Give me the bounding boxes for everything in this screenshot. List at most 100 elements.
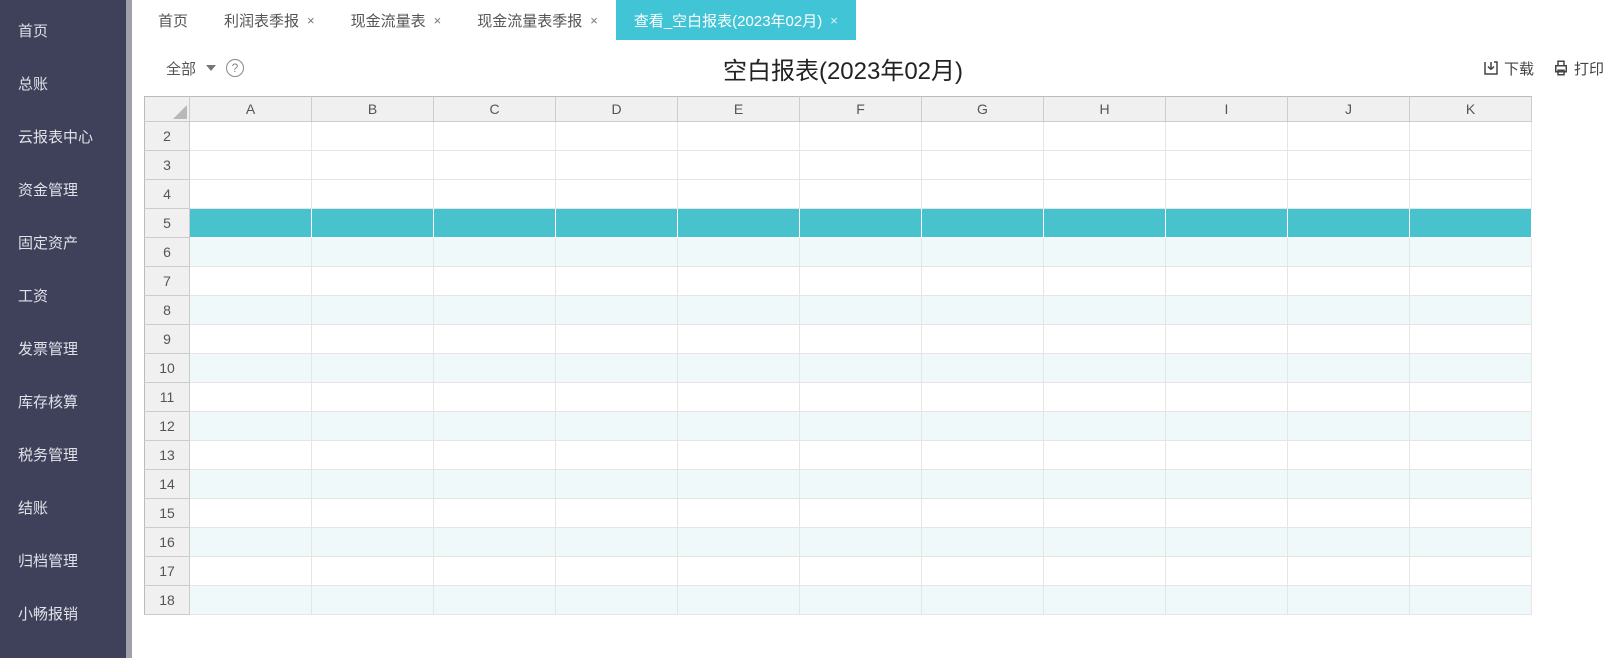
cell[interactable]: [1166, 209, 1288, 238]
cell[interactable]: [190, 383, 312, 412]
cell[interactable]: [678, 528, 800, 557]
cell[interactable]: [678, 122, 800, 151]
cell[interactable]: [1288, 151, 1410, 180]
cell[interactable]: [678, 180, 800, 209]
help-icon[interactable]: ?: [226, 59, 244, 77]
cell[interactable]: [922, 470, 1044, 499]
cell[interactable]: [190, 238, 312, 267]
cell[interactable]: [1166, 470, 1288, 499]
column-header[interactable]: G: [922, 96, 1044, 122]
row-header[interactable]: 7: [144, 267, 190, 296]
cell[interactable]: [312, 441, 434, 470]
cell[interactable]: [556, 470, 678, 499]
column-header[interactable]: I: [1166, 96, 1288, 122]
column-header[interactable]: E: [678, 96, 800, 122]
row-header[interactable]: 6: [144, 238, 190, 267]
sidebar-item-fixed-asset[interactable]: 固定资产: [0, 216, 132, 269]
cell[interactable]: [1410, 528, 1532, 557]
cell[interactable]: [1288, 557, 1410, 586]
tab-profit-quarterly[interactable]: 利润表季报 ×: [206, 0, 333, 40]
cell[interactable]: [190, 528, 312, 557]
cell[interactable]: [1288, 325, 1410, 354]
column-header[interactable]: K: [1410, 96, 1532, 122]
row-header[interactable]: 5: [144, 209, 190, 238]
cell[interactable]: [312, 180, 434, 209]
cell[interactable]: [556, 557, 678, 586]
cell[interactable]: [190, 586, 312, 615]
cell[interactable]: [1410, 325, 1532, 354]
cell[interactable]: [1044, 557, 1166, 586]
cell[interactable]: [556, 267, 678, 296]
cell[interactable]: [1410, 122, 1532, 151]
select-all-corner[interactable]: [144, 96, 190, 122]
cell[interactable]: [434, 354, 556, 383]
cell[interactable]: [1044, 354, 1166, 383]
cell[interactable]: [922, 383, 1044, 412]
cell[interactable]: [1166, 412, 1288, 441]
cell[interactable]: [556, 122, 678, 151]
cell[interactable]: [312, 499, 434, 528]
cell[interactable]: [1410, 238, 1532, 267]
cell[interactable]: [800, 122, 922, 151]
column-header[interactable]: D: [556, 96, 678, 122]
close-icon[interactable]: ×: [590, 13, 598, 28]
row-header[interactable]: 9: [144, 325, 190, 354]
cell[interactable]: [190, 441, 312, 470]
cell[interactable]: [556, 325, 678, 354]
cell[interactable]: [556, 296, 678, 325]
cell[interactable]: [556, 209, 678, 238]
sidebar-item-report-center[interactable]: 云报表中心: [0, 110, 132, 163]
sidebar-item-invoice[interactable]: 发票管理: [0, 322, 132, 375]
cell[interactable]: [1166, 267, 1288, 296]
cell[interactable]: [1410, 586, 1532, 615]
column-header[interactable]: J: [1288, 96, 1410, 122]
cell[interactable]: [434, 151, 556, 180]
sidebar-item-ledger[interactable]: 总账: [0, 57, 132, 110]
cell[interactable]: [1410, 557, 1532, 586]
sidebar-item-salary[interactable]: 工资: [0, 269, 132, 322]
tab-cashflow-quarterly[interactable]: 现金流量表季报 ×: [459, 0, 616, 40]
cell[interactable]: [1410, 267, 1532, 296]
cell[interactable]: [434, 267, 556, 296]
tab-cashflow[interactable]: 现金流量表 ×: [333, 0, 460, 40]
column-header[interactable]: C: [434, 96, 556, 122]
cell[interactable]: [678, 296, 800, 325]
column-header[interactable]: H: [1044, 96, 1166, 122]
cell[interactable]: [678, 267, 800, 296]
cell[interactable]: [800, 180, 922, 209]
tab-home[interactable]: 首页: [140, 0, 206, 40]
cell[interactable]: [434, 383, 556, 412]
cell[interactable]: [1166, 325, 1288, 354]
cell[interactable]: [1288, 528, 1410, 557]
cell[interactable]: [1288, 180, 1410, 209]
cell[interactable]: [556, 586, 678, 615]
close-icon[interactable]: ×: [434, 13, 442, 28]
row-header[interactable]: 4: [144, 180, 190, 209]
cell[interactable]: [1044, 499, 1166, 528]
cell[interactable]: [556, 528, 678, 557]
cell[interactable]: [556, 354, 678, 383]
sidebar-item-fund[interactable]: 资金管理: [0, 163, 132, 216]
cell[interactable]: [1288, 499, 1410, 528]
cell[interactable]: [1410, 151, 1532, 180]
cell[interactable]: [1288, 412, 1410, 441]
cell[interactable]: [800, 267, 922, 296]
cell[interactable]: [1288, 354, 1410, 383]
cell[interactable]: [1044, 209, 1166, 238]
cell[interactable]: [190, 151, 312, 180]
cell[interactable]: [556, 151, 678, 180]
cell[interactable]: [1044, 412, 1166, 441]
cell[interactable]: [678, 557, 800, 586]
cell[interactable]: [800, 412, 922, 441]
cell[interactable]: [678, 470, 800, 499]
cell[interactable]: [434, 180, 556, 209]
cell[interactable]: [1410, 441, 1532, 470]
cell[interactable]: [922, 528, 1044, 557]
cell[interactable]: [800, 209, 922, 238]
cell[interactable]: [922, 180, 1044, 209]
cell[interactable]: [434, 586, 556, 615]
cell[interactable]: [434, 209, 556, 238]
cell[interactable]: [1044, 238, 1166, 267]
cell[interactable]: [1166, 238, 1288, 267]
cell[interactable]: [434, 528, 556, 557]
